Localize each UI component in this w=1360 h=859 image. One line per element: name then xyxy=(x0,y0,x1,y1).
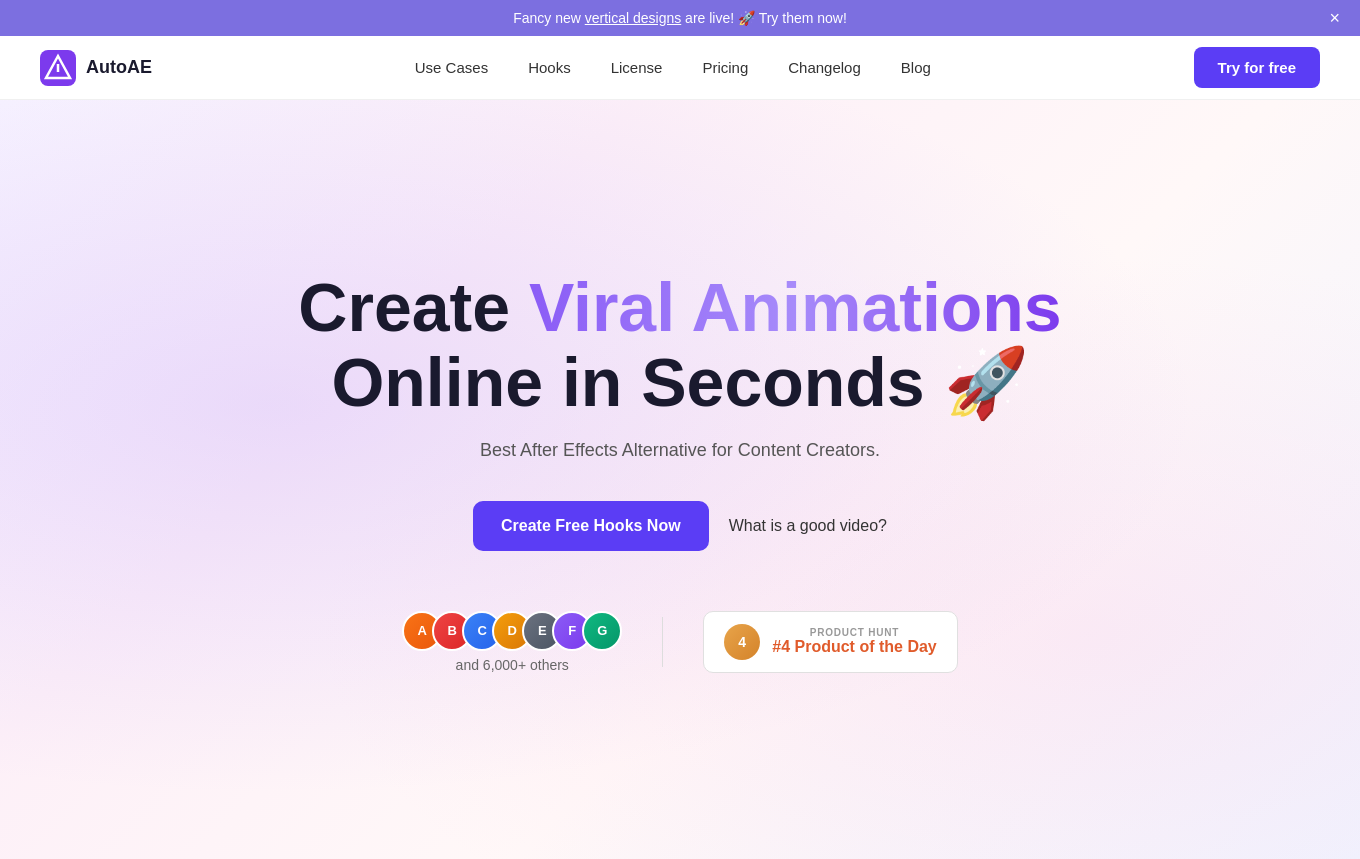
logo[interactable]: AutoAE xyxy=(40,50,152,86)
nav-links: Use Cases Hooks License Pricing Changelo… xyxy=(415,59,931,77)
nav-hooks[interactable]: Hooks xyxy=(528,59,571,76)
ph-medal: 4 xyxy=(724,624,760,660)
hero-subtitle: Best After Effects Alternative for Conte… xyxy=(480,440,880,461)
divider xyxy=(662,617,663,667)
ph-text: PRODUCT HUNT #4 Product of the Day xyxy=(772,627,936,656)
what-is-good-video-button[interactable]: What is a good video? xyxy=(729,517,887,535)
navbar: AutoAE Use Cases Hooks License Pricing C… xyxy=(0,36,1360,100)
logo-text: AutoAE xyxy=(86,57,152,78)
nav-license[interactable]: License xyxy=(611,59,663,76)
announcement-banner: Fancy new vertical designs are live! 🚀 T… xyxy=(0,0,1360,36)
try-for-free-button[interactable]: Try for free xyxy=(1194,47,1320,88)
avatars-wrap: A B C D E F G and 6,000+ others xyxy=(402,611,622,673)
nav-changelog[interactable]: Changelog xyxy=(788,59,861,76)
ph-label: PRODUCT HUNT xyxy=(772,627,936,638)
ph-title: #4 Product of the Day xyxy=(772,638,936,656)
logo-icon xyxy=(40,50,76,86)
avatar: G xyxy=(582,611,622,651)
nav-pricing[interactable]: Pricing xyxy=(702,59,748,76)
nav-use-cases[interactable]: Use Cases xyxy=(415,59,488,76)
product-hunt-badge[interactable]: 4 PRODUCT HUNT #4 Product of the Day xyxy=(703,611,957,673)
create-hooks-button[interactable]: Create Free Hooks Now xyxy=(473,501,709,551)
hero-buttons: Create Free Hooks Now What is a good vid… xyxy=(473,501,887,551)
avatars-group: A B C D E F G xyxy=(402,611,622,651)
hero-title: Create Viral Animations Online in Second… xyxy=(298,270,1061,420)
nav-blog[interactable]: Blog xyxy=(901,59,931,76)
hero-section: Create Viral Animations Online in Second… xyxy=(0,100,1360,859)
social-text: and 6,000+ others xyxy=(456,657,569,673)
banner-link[interactable]: vertical designs xyxy=(585,10,682,26)
hero-title-gradient: Viral Animations xyxy=(529,269,1062,345)
social-proof: A B C D E F G and 6,000+ others 4 PRODUC… xyxy=(402,611,957,673)
banner-text: Fancy new vertical designs are live! 🚀 T… xyxy=(513,10,847,26)
banner-close-button[interactable]: × xyxy=(1329,9,1340,27)
